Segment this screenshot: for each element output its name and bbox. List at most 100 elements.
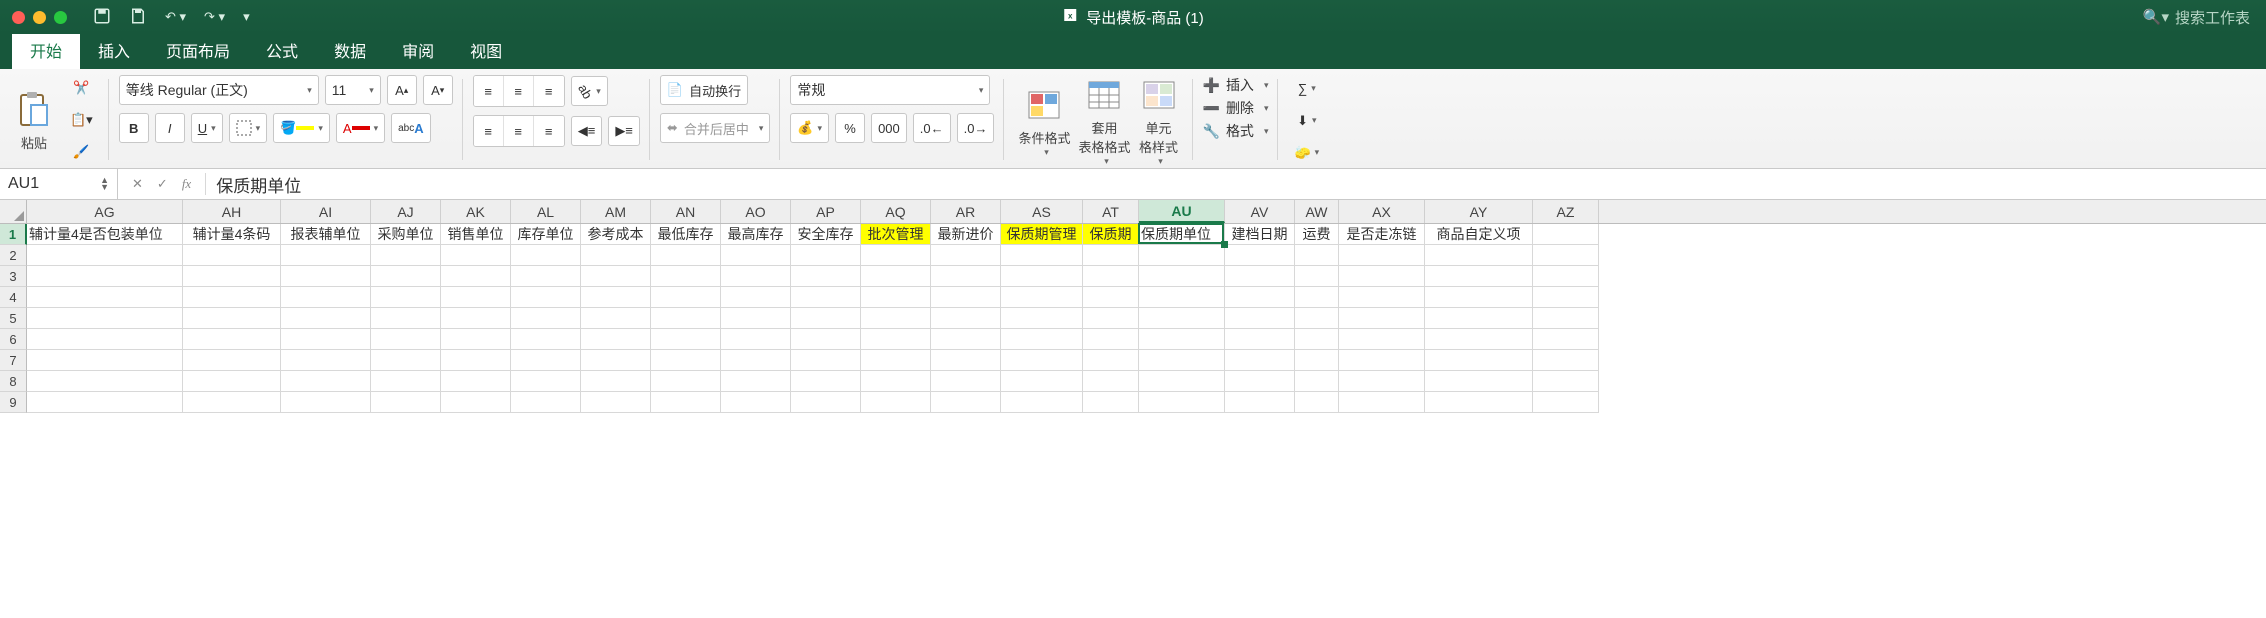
cell[interactable]: [861, 266, 931, 287]
cell[interactable]: [861, 392, 931, 413]
cell[interactable]: [791, 329, 861, 350]
cell[interactable]: [371, 371, 441, 392]
row-header[interactable]: 1: [0, 224, 27, 245]
column-header[interactable]: AT: [1083, 200, 1139, 223]
cell[interactable]: [721, 287, 791, 308]
cell-styles-button[interactable]: 单元 格样式: [1135, 74, 1183, 167]
cell[interactable]: [1225, 287, 1295, 308]
cell[interactable]: [581, 329, 651, 350]
cell[interactable]: [511, 392, 581, 413]
format-painter-button[interactable]: 🖌️: [64, 139, 99, 165]
cell[interactable]: [1001, 266, 1083, 287]
cell[interactable]: [183, 245, 281, 266]
cell[interactable]: [931, 308, 1001, 329]
delete-cells-button[interactable]: ➖删除: [1203, 98, 1269, 118]
cell[interactable]: [651, 266, 721, 287]
column-header[interactable]: AI: [281, 200, 371, 223]
cell[interactable]: [581, 392, 651, 413]
cell[interactable]: [1425, 371, 1533, 392]
cell[interactable]: [1001, 245, 1083, 266]
cell[interactable]: [1339, 245, 1425, 266]
cell[interactable]: [1225, 350, 1295, 371]
cell[interactable]: [511, 266, 581, 287]
cell[interactable]: [1533, 371, 1599, 392]
cell[interactable]: 最低库存: [651, 224, 721, 245]
ribbon-tab-6[interactable]: 视图: [452, 30, 520, 69]
format-cells-button[interactable]: 🔧格式: [1203, 121, 1269, 141]
phonetic-button[interactable]: abcA: [391, 113, 431, 143]
cell[interactable]: [1139, 371, 1225, 392]
column-header[interactable]: AR: [931, 200, 1001, 223]
column-header[interactable]: AP: [791, 200, 861, 223]
cell[interactable]: [281, 308, 371, 329]
close-window-button[interactable]: [12, 11, 25, 24]
merge-center-button[interactable]: ⬌合并后居中: [660, 113, 770, 143]
cell[interactable]: [1339, 266, 1425, 287]
cell[interactable]: [27, 308, 183, 329]
cell[interactable]: 保质期: [1083, 224, 1139, 245]
cell[interactable]: 报表辅单位: [281, 224, 371, 245]
cell[interactable]: [1139, 350, 1225, 371]
cell[interactable]: [183, 266, 281, 287]
cell[interactable]: [441, 392, 511, 413]
cell[interactable]: [1339, 392, 1425, 413]
comma-format-button[interactable]: 000: [871, 113, 907, 143]
column-header[interactable]: AL: [511, 200, 581, 223]
accounting-format-button[interactable]: 💰: [790, 113, 829, 143]
cell[interactable]: [183, 392, 281, 413]
copy-button[interactable]: 📋▾: [64, 107, 99, 133]
cell[interactable]: [791, 245, 861, 266]
bold-button[interactable]: B: [119, 113, 149, 143]
cell[interactable]: [441, 287, 511, 308]
cell[interactable]: [511, 308, 581, 329]
cell[interactable]: [1295, 371, 1339, 392]
confirm-edit-button[interactable]: ✓: [157, 176, 168, 192]
cell[interactable]: [1083, 245, 1139, 266]
cell[interactable]: [721, 371, 791, 392]
cell[interactable]: [861, 350, 931, 371]
cell[interactable]: [1339, 350, 1425, 371]
cell[interactable]: [1533, 329, 1599, 350]
column-header[interactable]: AM: [581, 200, 651, 223]
cell[interactable]: [1083, 350, 1139, 371]
cancel-edit-button[interactable]: ✕: [132, 176, 143, 192]
cell[interactable]: [1139, 308, 1225, 329]
fill-color-button[interactable]: 🪣: [273, 113, 330, 143]
cell[interactable]: [581, 287, 651, 308]
cell[interactable]: [441, 350, 511, 371]
cell[interactable]: [511, 245, 581, 266]
select-all-corner[interactable]: [0, 200, 27, 223]
cell[interactable]: 保质期单位: [1139, 224, 1225, 245]
cell[interactable]: [27, 350, 183, 371]
cell[interactable]: [281, 392, 371, 413]
cell[interactable]: [27, 287, 183, 308]
minimize-window-button[interactable]: [33, 11, 46, 24]
cell[interactable]: [1225, 266, 1295, 287]
cell[interactable]: [1001, 308, 1083, 329]
cell[interactable]: [1083, 287, 1139, 308]
qat-autosave-icon[interactable]: [93, 7, 111, 28]
cell[interactable]: [651, 308, 721, 329]
cell[interactable]: [791, 371, 861, 392]
cell[interactable]: [1001, 371, 1083, 392]
fill-button[interactable]: ⬇: [1288, 108, 1325, 134]
column-header[interactable]: AZ: [1533, 200, 1599, 223]
number-format-select[interactable]: 常规: [790, 75, 990, 105]
cell[interactable]: [371, 308, 441, 329]
column-header[interactable]: AH: [183, 200, 281, 223]
cell[interactable]: 库存单位: [511, 224, 581, 245]
ribbon-tab-5[interactable]: 审阅: [384, 30, 452, 69]
orientation-button[interactable]: ab: [571, 76, 608, 106]
cell[interactable]: [1339, 287, 1425, 308]
row-header[interactable]: 2: [0, 245, 27, 266]
qat-save-icon[interactable]: [129, 7, 147, 28]
conditional-formatting-button[interactable]: 条件格式: [1014, 84, 1074, 158]
cell[interactable]: [1139, 245, 1225, 266]
cell[interactable]: [931, 266, 1001, 287]
cell[interactable]: [861, 308, 931, 329]
cell[interactable]: 商品自定义项: [1425, 224, 1533, 245]
cell[interactable]: [1533, 308, 1599, 329]
cell[interactable]: 采购单位: [371, 224, 441, 245]
cell[interactable]: [27, 245, 183, 266]
cell[interactable]: [1139, 329, 1225, 350]
